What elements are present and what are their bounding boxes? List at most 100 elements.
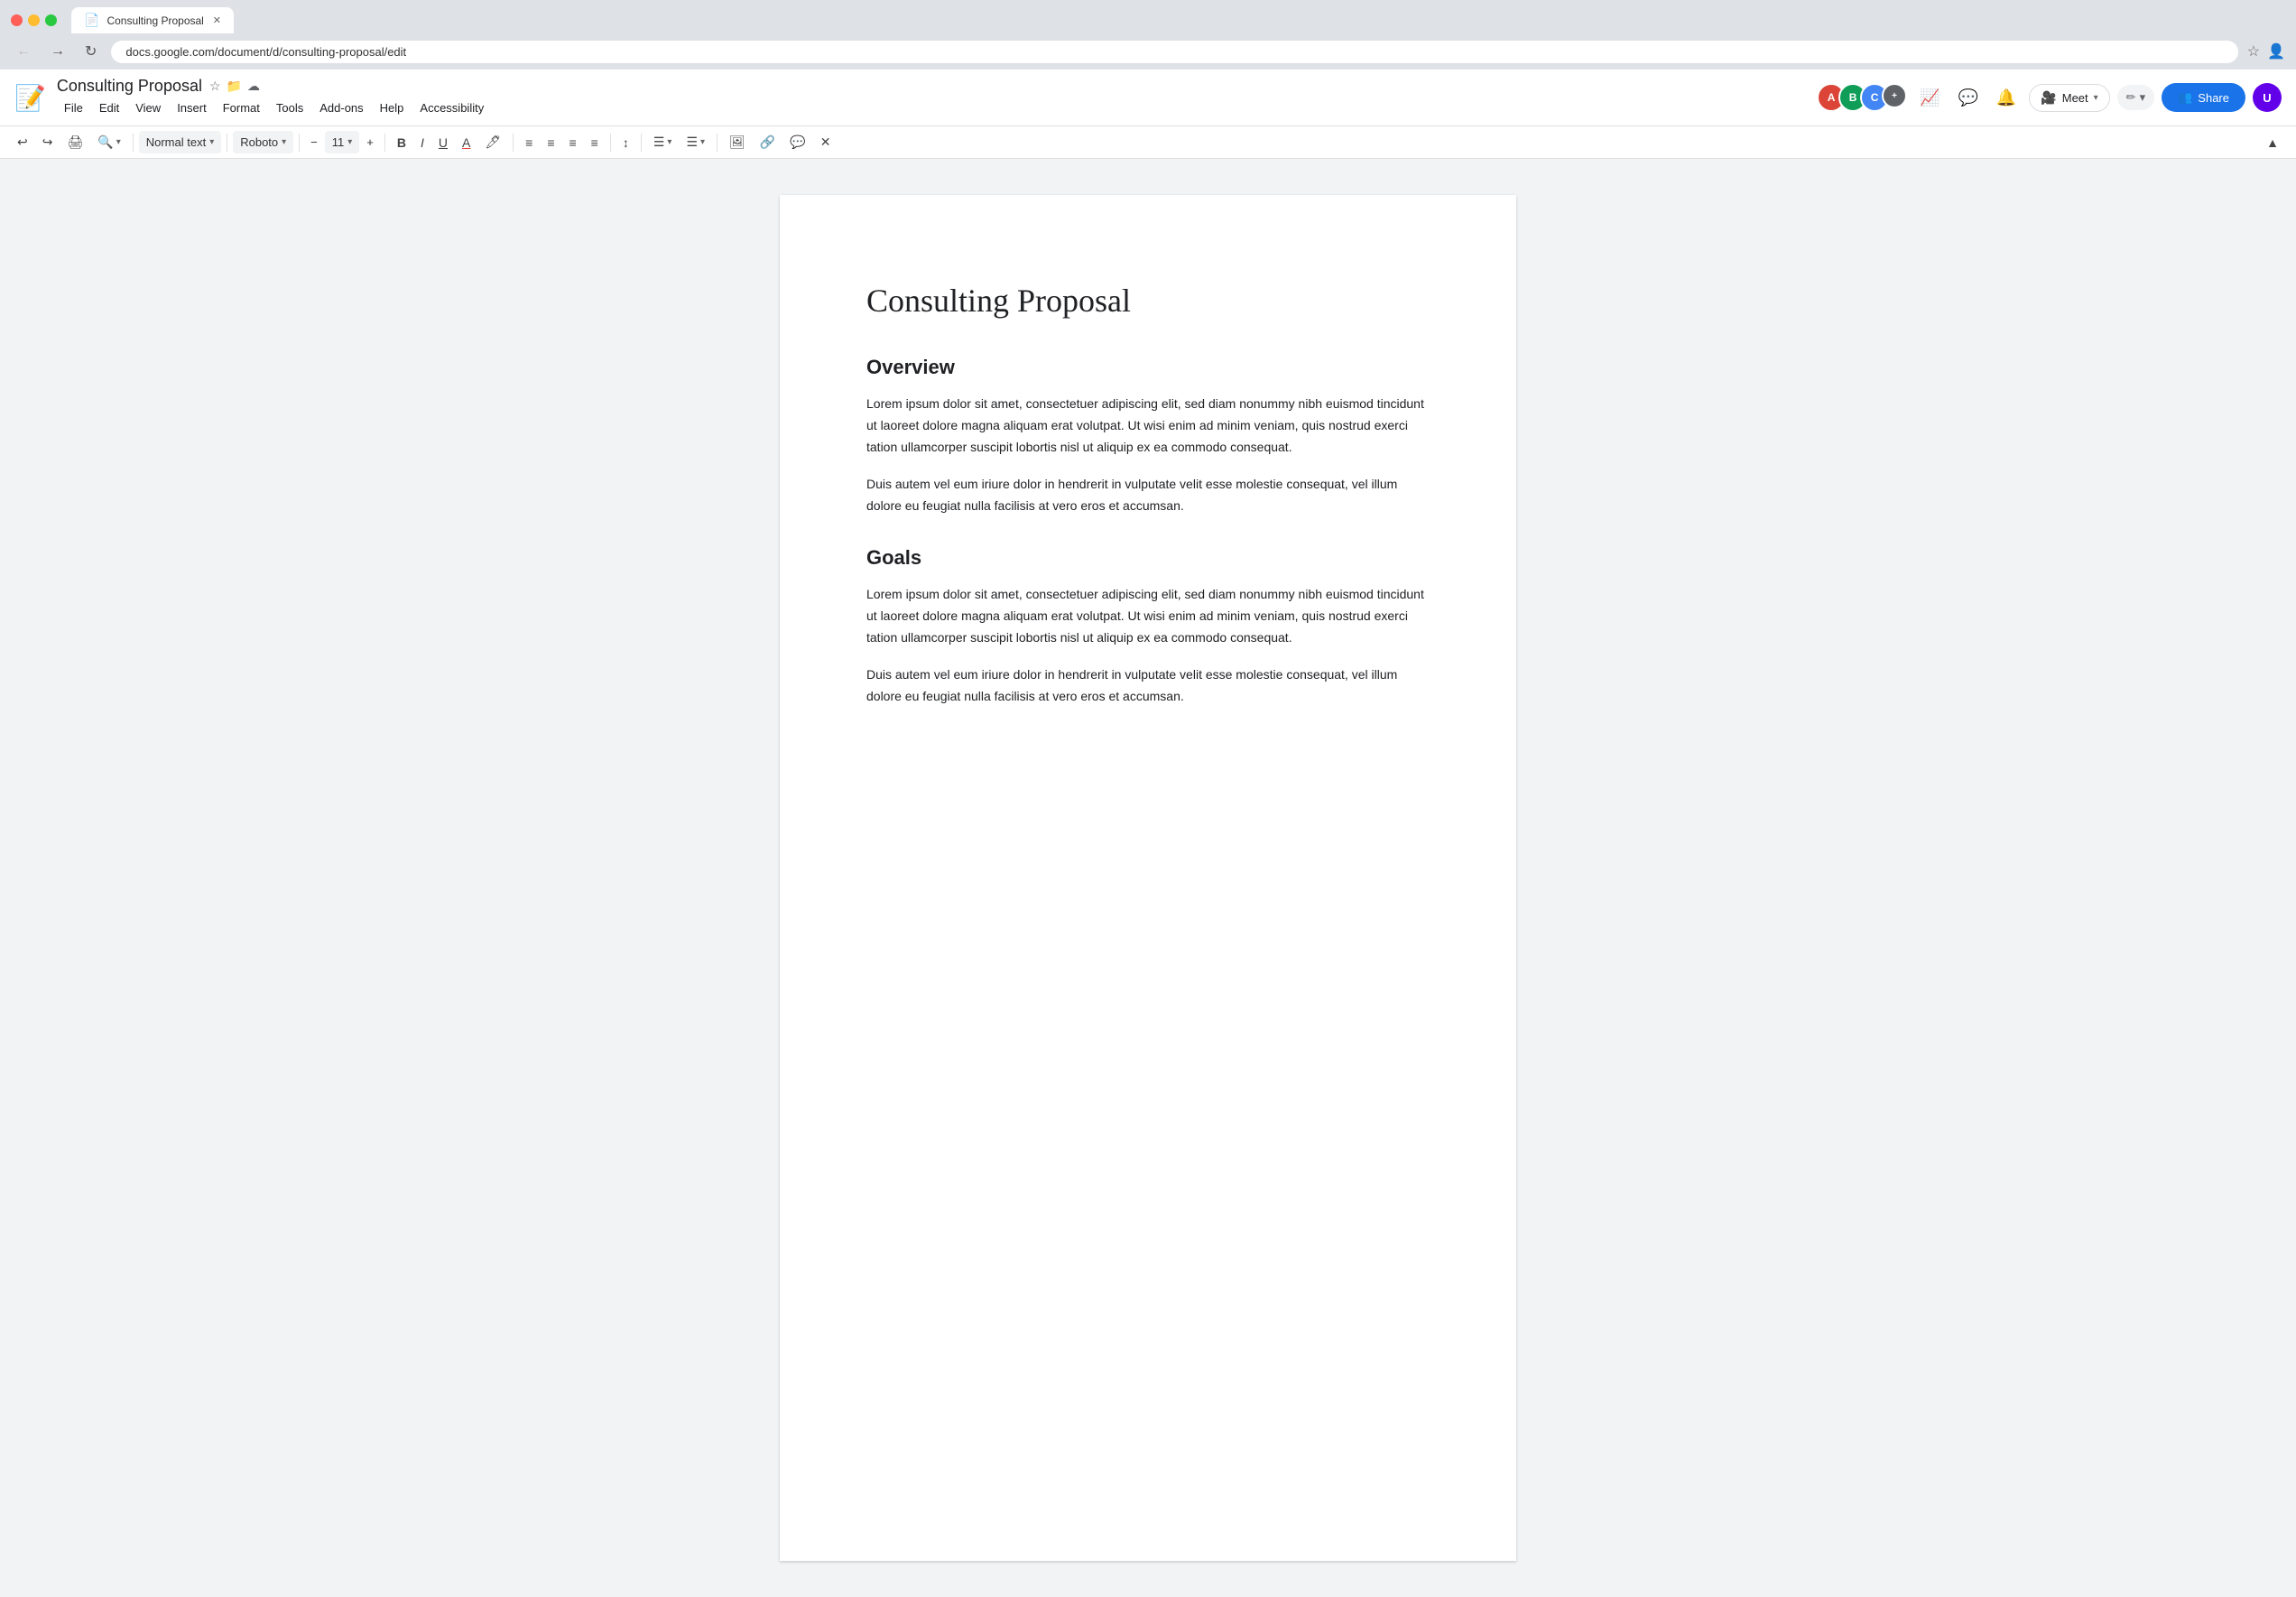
separator-3 — [299, 134, 300, 152]
highlight-button[interactable]: 🖊 — [478, 130, 507, 154]
tab-title: Consulting Proposal — [106, 14, 205, 27]
address-bar-actions: ☆ 👤 — [2247, 42, 2285, 60]
meet-label: Meet — [2062, 91, 2088, 105]
reload-button[interactable]: ↻ — [79, 39, 102, 64]
doc-title-row: Consulting Proposal ☆ 📁 ☁ — [57, 77, 1806, 96]
menu-file[interactable]: File — [57, 97, 90, 118]
bold-button[interactable]: B — [391, 131, 412, 154]
notification-icon[interactable]: 🔔 — [1991, 83, 2022, 113]
bullet-icon: ☰ — [653, 135, 665, 150]
font-label: Roboto — [240, 135, 278, 149]
menu-bar: File Edit View Insert Format Tools Add-o… — [57, 97, 1806, 118]
separator-1 — [133, 134, 134, 152]
title-bar: 📝 Consulting Proposal ☆ 📁 ☁ File Edit Vi… — [0, 70, 2296, 126]
text-style-label: Normal text — [146, 135, 206, 149]
menu-tools[interactable]: Tools — [269, 97, 310, 118]
menu-format[interactable]: Format — [216, 97, 267, 118]
section-paragraph-1-0: Lorem ipsum dolor sit amet, consectetuer… — [866, 584, 1430, 648]
close-button[interactable] — [11, 14, 23, 26]
address-bar-row: ← → ↻ ☆ 👤 — [0, 33, 2296, 70]
section-heading-1: Goals — [866, 546, 1430, 570]
font-size-dropdown[interactable]: 11 ▾ — [325, 131, 360, 153]
docs-app-icon: 📝 — [14, 83, 46, 113]
menu-help[interactable]: Help — [373, 97, 412, 118]
tab-favicon: 📄 — [84, 13, 99, 28]
avatar-extra: + — [1882, 83, 1907, 108]
underline-button[interactable]: U — [432, 131, 454, 154]
align-right-button[interactable]: ≡ — [563, 131, 583, 154]
menu-view[interactable]: View — [128, 97, 168, 118]
forward-button[interactable]: → — [45, 40, 70, 63]
insert-link-button[interactable]: 🔗 — [754, 130, 782, 154]
font-size-increase[interactable]: + — [361, 131, 379, 153]
back-button[interactable]: ← — [11, 40, 36, 63]
align-left-button[interactable]: ≡ — [519, 131, 539, 154]
active-tab[interactable]: 📄 Consulting Proposal ✕ — [71, 7, 234, 33]
profile-menu-icon[interactable]: 👤 — [2267, 42, 2285, 60]
bookmark-icon[interactable]: ☆ — [2247, 42, 2260, 60]
section-paragraph-1-1: Duis autem vel eum iriure dolor in hendr… — [866, 664, 1430, 708]
font-color-button[interactable]: A — [456, 131, 477, 154]
maximize-button[interactable] — [45, 14, 57, 26]
menu-edit[interactable]: Edit — [92, 97, 126, 118]
menu-addons[interactable]: Add-ons — [312, 97, 370, 118]
meet-icon: 🎥 — [2041, 90, 2056, 106]
tab-close-icon[interactable]: ✕ — [213, 14, 221, 26]
font-size-arrow: ▾ — [347, 137, 352, 147]
app-container: 📝 Consulting Proposal ☆ 📁 ☁ File Edit Vi… — [0, 70, 2296, 1597]
comment-icon[interactable]: 💬 — [1952, 83, 1983, 113]
doc-title: Consulting Proposal — [57, 77, 202, 96]
section-heading-0: Overview — [866, 356, 1430, 379]
pencil-icon: ✏ — [2126, 90, 2136, 105]
menu-insert[interactable]: Insert — [170, 97, 214, 118]
collapse-toolbar-button[interactable]: ▲ — [2260, 131, 2285, 154]
folder-icon[interactable]: 📁 — [227, 79, 242, 94]
collaborator-avatars: A B C + — [1817, 83, 1907, 112]
text-style-dropdown[interactable]: Normal text ▾ — [139, 131, 222, 153]
meet-button[interactable]: 🎥 Meet ▾ — [2029, 84, 2109, 112]
cloud-icon: ☁ — [247, 79, 260, 94]
align-justify-button[interactable]: ≡ — [585, 131, 605, 154]
separator-4 — [384, 134, 385, 152]
activity-icon[interactable]: 📈 — [1914, 83, 1945, 113]
insert-image-button[interactable]: 🖼 — [723, 130, 752, 154]
font-dropdown[interactable]: Roboto ▾ — [233, 131, 293, 153]
user-avatar[interactable]: U — [2253, 83, 2282, 112]
share-button[interactable]: 👥 Share — [2162, 83, 2245, 112]
font-size-value: 11 — [332, 135, 345, 149]
separator-6 — [610, 134, 611, 152]
align-center-button[interactable]: ≡ — [541, 131, 560, 154]
meet-dropdown-icon: ▾ — [2094, 93, 2098, 103]
share-label: Share — [2198, 91, 2229, 105]
numbered-list-button[interactable]: ☰ ▾ — [680, 130, 711, 154]
edit-mode-button[interactable]: ✏ ▾ — [2117, 85, 2154, 110]
print-button[interactable]: 🖨 — [60, 130, 89, 154]
doc-info: Consulting Proposal ☆ 📁 ☁ File Edit View… — [57, 77, 1806, 118]
italic-button[interactable]: I — [414, 131, 430, 154]
document-area[interactable]: Consulting Proposal Overview Lorem ipsum… — [0, 159, 2296, 1597]
address-bar[interactable] — [111, 41, 2237, 63]
line-spacing-button[interactable]: ↕ — [616, 131, 635, 154]
font-dropdown-arrow: ▾ — [282, 137, 286, 147]
clear-formatting-button[interactable]: ✕ — [814, 130, 838, 154]
separator-5 — [513, 134, 514, 152]
section-paragraph-0-1: Duis autem vel eum iriure dolor in hendr… — [866, 474, 1430, 517]
undo-button[interactable]: ↩ — [11, 130, 34, 154]
style-dropdown-arrow: ▾ — [209, 137, 214, 147]
minimize-button[interactable] — [28, 14, 40, 26]
toolbar: ↩ ↪ 🖨 🔍 ▾ Normal text ▾ Roboto ▾ − 11 ▾ … — [0, 126, 2296, 159]
font-size-decrease[interactable]: − — [305, 131, 323, 153]
zoom-button[interactable]: 🔍 ▾ — [91, 130, 126, 154]
section-paragraph-0-0: Lorem ipsum dolor sit amet, consectetuer… — [866, 394, 1430, 458]
star-icon[interactable]: ☆ — [209, 79, 221, 94]
redo-button[interactable]: ↪ — [36, 130, 60, 154]
document-page: Consulting Proposal Overview Lorem ipsum… — [780, 195, 1516, 1561]
bullet-list-button[interactable]: ☰ ▾ — [647, 130, 679, 154]
separator-7 — [641, 134, 642, 152]
zoom-dropdown-arrow: ▾ — [116, 137, 121, 147]
menu-accessibility[interactable]: Accessibility — [412, 97, 491, 118]
browser-chrome: 📄 Consulting Proposal ✕ — [0, 0, 2296, 33]
title-bar-actions: A B C + 📈 💬 🔔 🎥 Meet ▾ ✏ ▾ — [1817, 83, 2282, 113]
separator-8 — [717, 134, 718, 152]
insert-comment-button[interactable]: 💬 — [783, 130, 811, 154]
